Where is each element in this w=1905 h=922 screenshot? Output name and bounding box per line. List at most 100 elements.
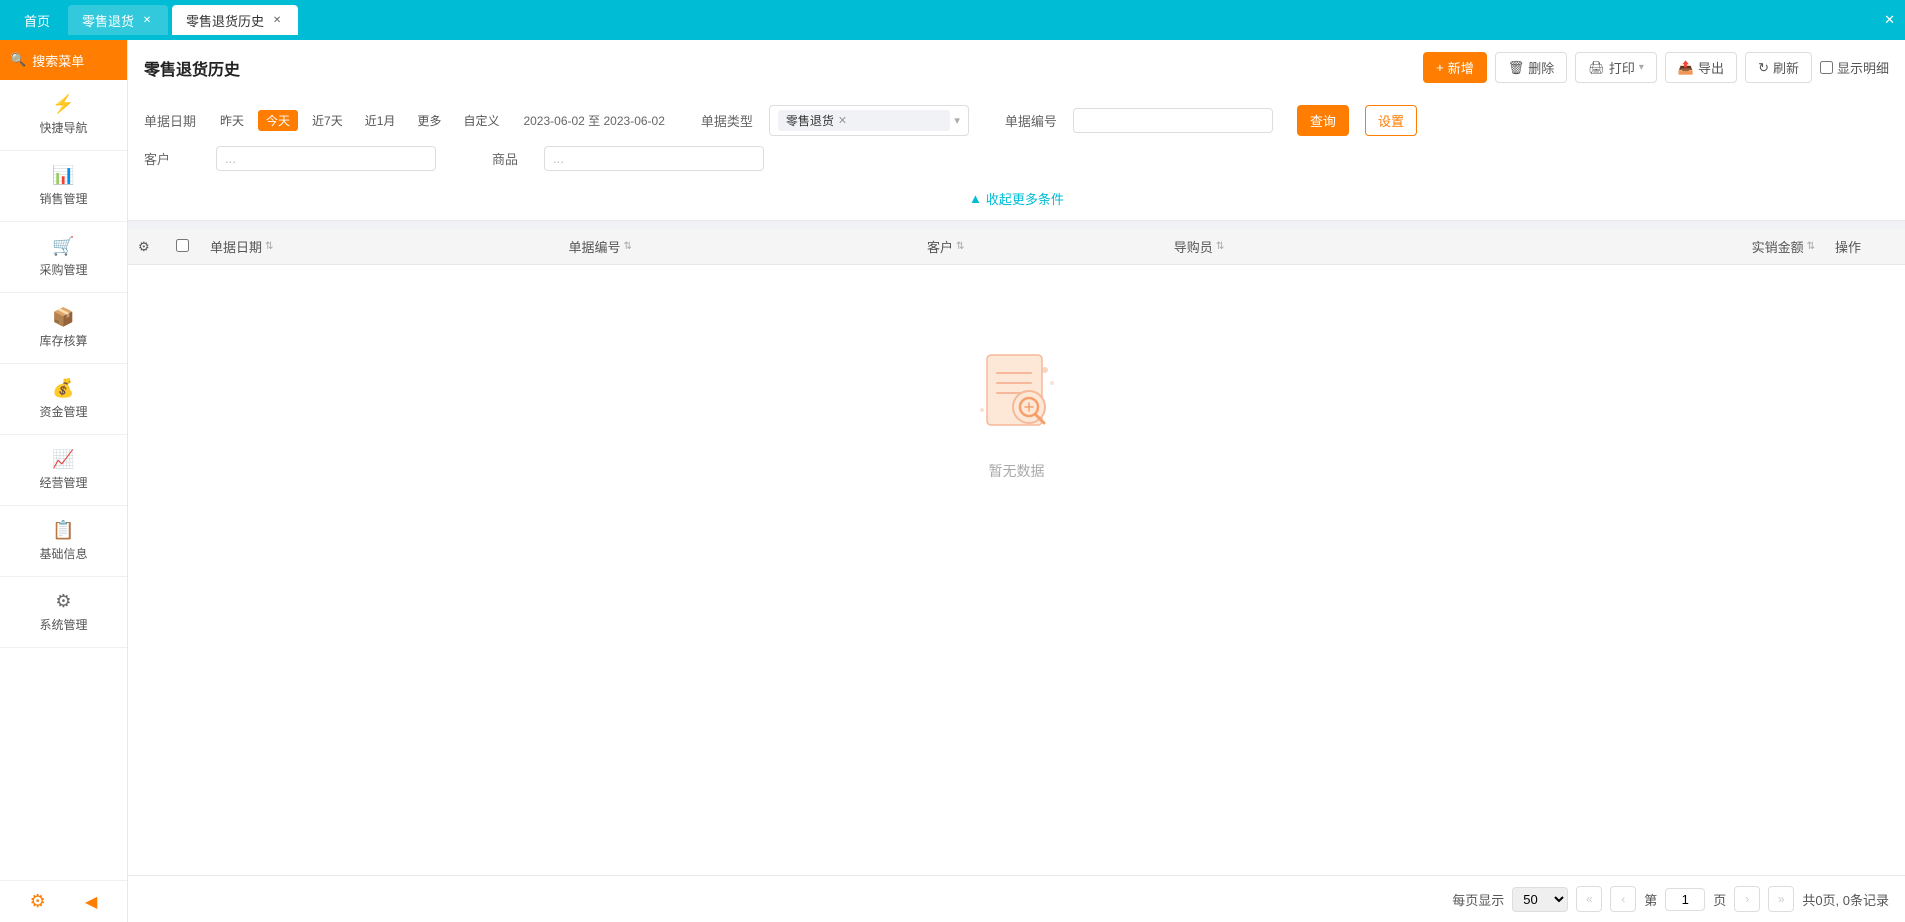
number-sort-icon: ⇅ [624, 241, 632, 252]
table-header-guide[interactable]: 导购员 ⇅ [1164, 229, 1467, 265]
bill-number-input[interactable] [1073, 108, 1273, 133]
empty-state: 暂无数据 [128, 265, 1905, 561]
sidebar-item-label-finance: 资金管理 [39, 403, 87, 420]
delete-icon: 🗑 [1508, 60, 1525, 76]
refresh-label: 刷新 [1773, 58, 1799, 77]
customer-placeholder: ... [225, 151, 236, 166]
table-header-number[interactable]: 单据编号 ⇅ [559, 229, 918, 265]
empty-illustration [967, 345, 1067, 445]
show-detail-checkbox[interactable] [1820, 61, 1833, 74]
page-number-input[interactable] [1665, 888, 1705, 911]
export-icon: 📤 [1678, 60, 1694, 76]
sales-icon: 📊 [52, 165, 74, 186]
sidebar-bottom: ⚙ ◀ [0, 880, 127, 922]
print-button[interactable]: 🖨 打印 ▾ [1575, 52, 1657, 83]
new-button[interactable]: + 新增 [1423, 52, 1487, 83]
goods-filter-label: 商品 [492, 149, 518, 168]
query-button[interactable]: 查询 [1297, 105, 1349, 136]
print-arrow-icon: ▾ [1639, 62, 1644, 73]
tab-home[interactable]: 首页 [10, 5, 64, 35]
inventory-icon: 📦 [52, 307, 74, 328]
date-option-7days[interactable]: 近7天 [304, 110, 351, 131]
refresh-button[interactable]: ↻ 刷新 [1745, 52, 1812, 83]
table-header-amount[interactable]: 实销金额 ⇅ [1466, 229, 1825, 265]
page-title: 零售退货历史 [144, 56, 240, 80]
retail-return-history-tab-label: 零售退货历史 [186, 11, 264, 30]
table-header-customer[interactable]: 客户 ⇅ [917, 229, 1164, 265]
show-detail-checkbox-label[interactable]: 显示明细 [1820, 58, 1889, 77]
top-tab-bar: 首页 零售退货 ✕ 零售退货历史 ✕ ✕ [0, 0, 1905, 40]
sidebar-item-sales[interactable]: 📊 销售管理 [0, 151, 127, 222]
delete-button[interactable]: 🗑 删除 [1495, 52, 1568, 83]
date-option-1month[interactable]: 近1月 [357, 110, 404, 131]
sidebar-item-sys-mgmt[interactable]: ⚙ 系统管理 [0, 577, 127, 648]
table-header-row: ⚙ 单据日期 ⇅ 单据编号 [128, 229, 1905, 265]
customer-select[interactable]: ... [216, 146, 436, 171]
bill-type-tag: 零售退货 ✕ [778, 110, 950, 131]
sidebar-item-quick-nav[interactable]: ⚡ 快捷导航 [0, 80, 127, 151]
customer-filter-label: 客户 [144, 149, 170, 168]
goods-select[interactable]: ... [544, 146, 764, 171]
collapse-filter-btn[interactable]: ▲ 收起更多条件 [953, 185, 1080, 212]
tab-retail-return-close[interactable]: ✕ [140, 13, 154, 27]
date-option-today[interactable]: 今天 [258, 110, 298, 131]
date-option-more[interactable]: 更多 [409, 110, 449, 131]
tab-retail-return[interactable]: 零售退货 ✕ [68, 5, 168, 35]
home-tab-label: 首页 [24, 11, 50, 30]
new-icon: + [1436, 60, 1444, 75]
bill-type-select-content: 零售退货 ✕ [778, 110, 950, 131]
sidebar-item-inventory[interactable]: 📦 库存核算 [0, 293, 127, 364]
prev-page-btn[interactable]: ‹ [1610, 886, 1636, 912]
first-page-btn[interactable]: « [1576, 886, 1602, 912]
table-header-action: 操作 [1825, 229, 1905, 265]
export-button[interactable]: 📤 导出 [1665, 52, 1737, 83]
last-page-btn[interactable]: » [1768, 886, 1794, 912]
sidebar-item-label-sales: 销售管理 [39, 190, 87, 207]
bill-type-tag-close[interactable]: ✕ [838, 114, 847, 127]
tab-retail-return-history[interactable]: 零售退货历史 ✕ [172, 5, 298, 35]
goods-placeholder: ... [553, 151, 564, 166]
amount-sort-icon: ⇅ [1807, 241, 1815, 252]
sidebar-settings-icon[interactable]: ⚙ [30, 891, 46, 912]
quick-nav-icon: ⚡ [52, 94, 74, 115]
basic-info-icon: 📋 [52, 520, 74, 541]
select-all-checkbox[interactable] [176, 239, 189, 252]
sidebar-item-label-basic-info: 基础信息 [39, 545, 87, 562]
date-range-display: 2023-06-02 至 2023-06-02 [523, 112, 664, 129]
bill-type-filter-label: 单据类型 [701, 111, 753, 130]
print-label: 打印 [1609, 58, 1635, 77]
sidebar-item-operations[interactable]: 📈 经营管理 [0, 435, 127, 506]
table-header-date[interactable]: 单据日期 ⇅ [200, 229, 559, 265]
print-icon: 🖨 [1588, 60, 1605, 76]
guide-sort-icon: ⇅ [1216, 241, 1224, 252]
page-unit: 页 [1713, 890, 1726, 909]
tab-retail-return-history-close[interactable]: ✕ [270, 13, 284, 27]
settings-filter-button[interactable]: 设置 [1365, 105, 1417, 136]
table-header-checkbox[interactable] [164, 229, 200, 265]
table-header-settings[interactable]: ⚙ [128, 229, 164, 265]
bill-type-arrow-icon: ▾ [954, 114, 960, 127]
sidebar-item-finance[interactable]: 💰 资金管理 [0, 364, 127, 435]
bill-type-select[interactable]: 零售退货 ✕ ▾ [769, 105, 969, 136]
number-col-label: 单据编号 [569, 237, 621, 256]
sidebar-item-label-sys-mgmt: 系统管理 [39, 616, 87, 633]
bill-number-filter-label: 单据编号 [1005, 111, 1057, 130]
show-detail-label: 显示明细 [1837, 58, 1889, 77]
search-icon: 🔍 [10, 52, 26, 68]
operations-icon: 📈 [52, 449, 74, 470]
delete-label: 删除 [1528, 58, 1554, 77]
filter-area: 单据日期 昨天 今天 近7天 近1月 更多 自定义 2023-06-02 至 2… [144, 95, 1889, 220]
sidebar-item-basic-info[interactable]: 📋 基础信息 [0, 506, 127, 577]
sidebar-item-purchase[interactable]: 🛒 采购管理 [0, 222, 127, 293]
bill-type-tag-text: 零售退货 [786, 112, 834, 129]
pagination-bar: 每页显示 50 10 20 100 « ‹ 第 页 › » 共0页, 0条记录 [128, 875, 1905, 922]
per-page-select[interactable]: 50 10 20 100 [1512, 887, 1568, 912]
date-option-yesterday[interactable]: 昨天 [212, 110, 252, 131]
window-close-btn[interactable]: ✕ [1884, 12, 1895, 28]
date-option-custom[interactable]: 自定义 [455, 110, 507, 131]
next-page-btn[interactable]: › [1734, 886, 1760, 912]
sidebar-search[interactable]: 🔍 搜索菜单 [0, 40, 127, 80]
page-summary: 共0页, 0条记录 [1802, 890, 1889, 909]
sidebar-item-label-operations: 经营管理 [39, 474, 87, 491]
sidebar-collapse-icon[interactable]: ◀ [85, 892, 97, 912]
